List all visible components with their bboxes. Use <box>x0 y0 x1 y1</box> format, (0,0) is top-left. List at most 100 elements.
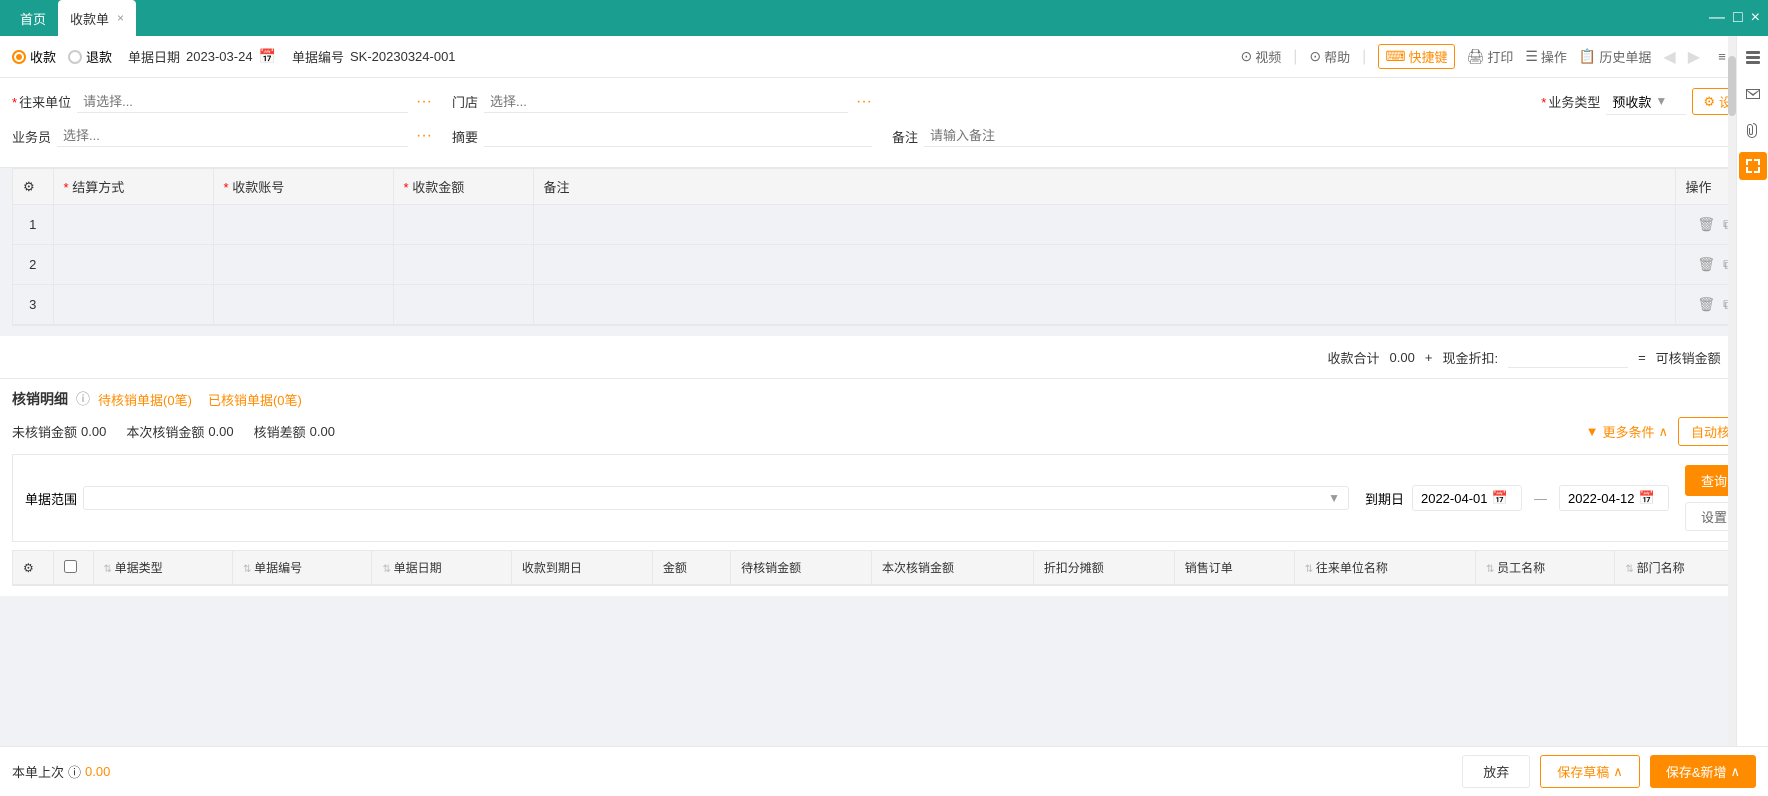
delete-icon-3[interactable]: 🗑 <box>1697 296 1715 313</box>
amount-2[interactable] <box>393 245 533 285</box>
bottom-gear-header[interactable]: ⚙ <box>13 551 53 585</box>
date-range-field: 到期日 2022-04-01 📅 — 2022-04-12 📅 <box>1365 485 1669 511</box>
date-from-input[interactable]: 2022-04-01 📅 <box>1412 485 1522 511</box>
draft-chevron-icon: ∧ <box>1613 764 1623 780</box>
staff-dots[interactable]: ··· <box>416 127 432 145</box>
scrollbar-thumb[interactable] <box>1728 56 1736 116</box>
writeoff-section: 核销明细 ⓘ 待核销单据(0笔) 已核销单据(0笔) 未核销金额 0.00 本次… <box>0 379 1768 596</box>
delete-icon-2[interactable]: 🗑 <box>1697 256 1715 273</box>
panel-email-icon[interactable] <box>1739 80 1767 108</box>
done-tab[interactable]: 已核销单据(0笔) <box>208 390 302 409</box>
store-input[interactable] <box>484 91 848 113</box>
date-to-input[interactable]: 2022-04-12 📅 <box>1559 485 1669 511</box>
date-from-calendar-icon[interactable]: 📅 <box>1491 490 1507 506</box>
settlement-3[interactable] <box>53 285 213 325</box>
store-dots[interactable]: ··· <box>856 93 872 111</box>
writeoff-info-icon[interactable]: ⓘ <box>76 389 90 409</box>
tab-receipt[interactable]: 收款单 × <box>58 0 136 36</box>
number-value[interactable]: SK-20230324-001 <box>350 49 456 64</box>
history-icon: 📋 <box>1579 48 1596 65</box>
bottom-table-container: ⚙ 单据类型 单据编号 单据日期 收款到期日 金额 待核销金额 本次核销金额 折… <box>12 550 1756 586</box>
number-field-group: 单据编号 SK-20230324-001 <box>292 47 456 66</box>
type-radio-group: 收款 退款 <box>12 47 112 66</box>
video-btn[interactable]: ⊙ 视频 <box>1241 47 1282 66</box>
delete-icon-1[interactable]: 🗑 <box>1697 216 1715 233</box>
print-btn[interactable]: 🖨 打印 <box>1467 47 1514 66</box>
date-value[interactable]: 2023-03-24 <box>186 49 253 64</box>
number-label: 单据编号 <box>292 47 344 66</box>
table-header-row: ⚙ * 结算方式 * 收款账号 * 收款金额 备注 操作 <box>13 169 1755 205</box>
right-panel <box>1736 36 1768 746</box>
close-window-icon[interactable]: × <box>1751 9 1760 27</box>
settlement-required: * <box>64 180 69 195</box>
radio-return-circle <box>68 50 82 64</box>
account-1[interactable] <box>213 205 393 245</box>
range-select[interactable]: ▼ <box>83 486 1349 510</box>
date-to-calendar-icon[interactable]: 📅 <box>1638 490 1654 506</box>
staff-header: 员工名称 <box>1475 551 1614 585</box>
window-controls: — □ × <box>1709 9 1760 27</box>
amount-required: * <box>404 180 409 195</box>
summary-input[interactable] <box>484 125 872 147</box>
sales-order-header: 销售订单 <box>1174 551 1294 585</box>
select-all-checkbox[interactable] <box>64 560 77 573</box>
footer: 本单上次 ⓘ 0.00 放弃 保存草稿 ∧ 保存&新增 ∧ <box>0 746 1768 796</box>
counter-party-input[interactable] <box>77 91 408 113</box>
tab-close-icon[interactable]: × <box>117 11 124 25</box>
radio-collection[interactable]: 收款 <box>12 47 56 66</box>
gear-header[interactable]: ⚙ <box>13 169 53 205</box>
cash-discount-input[interactable] <box>1508 346 1628 368</box>
amount-1[interactable] <box>393 205 533 245</box>
account-2[interactable] <box>213 245 393 285</box>
available-label: 可核销金额 <box>1656 348 1721 367</box>
writeoff-stats-row: 未核销金额 0.00 本次核销金额 0.00 核销差额 0.00 ▼ 更多条件 … <box>12 417 1756 446</box>
amount-3[interactable] <box>393 285 533 325</box>
remark-2[interactable] <box>533 245 1675 285</box>
help-btn[interactable]: ⊙ 帮助 <box>1309 47 1350 66</box>
staff-input[interactable] <box>57 125 408 147</box>
panel-expand-icon[interactable] <box>1739 152 1767 180</box>
date-calendar-icon[interactable]: 📅 <box>259 48 276 65</box>
staff-field: 业务员 ··· <box>12 125 432 147</box>
shortcut-btn[interactable]: ⌨ 快捷键 <box>1378 44 1454 69</box>
carry-value: 0.00 <box>85 764 110 779</box>
toolbar-right: ⊙ 视频 | ⊙ 帮助 | ⌨ 快捷键 🖨 打印 ☰ 操作 📋 历史单据 ◀ ▶… <box>1241 44 1757 69</box>
save-new-btn[interactable]: 保存&新增 ∧ <box>1650 755 1756 788</box>
pending-tab[interactable]: 待核销单据(0笔) <box>98 390 192 409</box>
tab-bar: 首页 收款单 × — □ × <box>0 0 1768 36</box>
remark-input[interactable] <box>924 125 1756 147</box>
minimize-icon[interactable]: — <box>1709 9 1725 27</box>
history-btn[interactable]: 📋 历史单据 <box>1579 47 1651 66</box>
settlement-2[interactable] <box>53 245 213 285</box>
panel-table-icon[interactable] <box>1739 44 1767 72</box>
operation-btn[interactable]: ☰ 操作 <box>1525 47 1567 66</box>
collection-total-value: 0.00 <box>1390 350 1415 365</box>
bottom-checkbox-header[interactable] <box>53 551 93 585</box>
abandon-btn[interactable]: 放弃 <box>1462 755 1530 788</box>
panel-attachment-icon[interactable] <box>1739 116 1767 144</box>
range-chevron-icon: ▼ <box>1328 491 1340 505</box>
plus-sign: + <box>1425 350 1433 365</box>
cash-discount-label: 现金折扣: <box>1442 348 1498 367</box>
radio-return-label: 退款 <box>86 47 112 66</box>
remark-1[interactable] <box>533 205 1675 245</box>
business-type-select[interactable]: 预收款 ▼ <box>1606 89 1686 115</box>
vertical-scrollbar[interactable] <box>1728 36 1736 746</box>
maximize-icon[interactable]: □ <box>1733 9 1743 27</box>
range-label: 单据范围 <box>25 489 77 508</box>
form-row-1: 往来单位 ··· 门店 ··· 业务类型 预收款 ▼ ⚙ 设置 <box>12 88 1756 115</box>
tab-home[interactable]: 首页 <box>8 0 58 36</box>
radio-return[interactable]: 退款 <box>68 47 112 66</box>
print-icon: 🖨 <box>1467 48 1485 65</box>
counter-party-dots[interactable]: ··· <box>416 93 432 111</box>
uncanceled-value: 0.00 <box>81 424 106 439</box>
settlement-1[interactable] <box>53 205 213 245</box>
video-icon: ⊙ <box>1241 48 1253 65</box>
summary-label: 摘要 <box>452 127 478 146</box>
draft-btn[interactable]: 保存草稿 ∧ <box>1540 755 1640 788</box>
more-conditions-btn[interactable]: ▼ 更多条件 ∧ <box>1586 422 1668 441</box>
remark-3[interactable] <box>533 285 1675 325</box>
date-dash: — <box>1530 491 1551 506</box>
account-3[interactable] <box>213 285 393 325</box>
carry-info-icon[interactable]: ⓘ <box>68 762 81 781</box>
